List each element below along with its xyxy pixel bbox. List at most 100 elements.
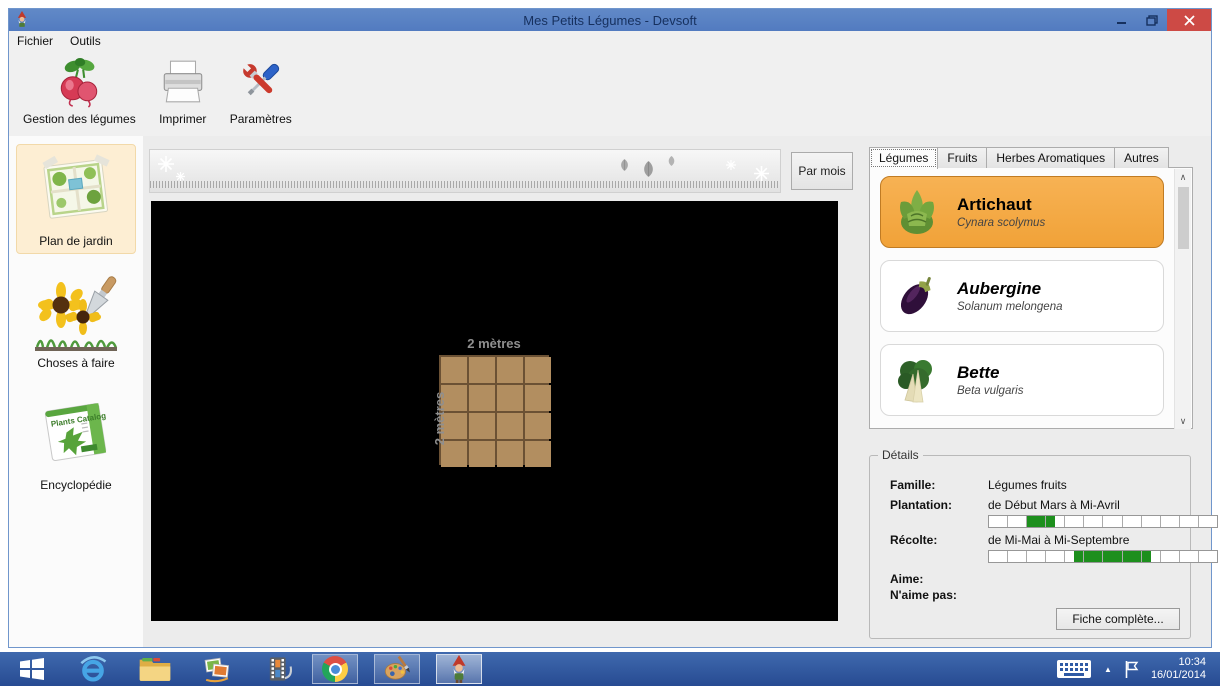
plant-tabs: Légumes Fruits Herbes Aromatiques Autres	[869, 147, 1193, 169]
garden-grid-cell[interactable]	[497, 385, 523, 411]
snowflake-icon	[158, 156, 174, 172]
garden-grid-cell[interactable]	[469, 413, 495, 439]
garden-grid-cell[interactable]	[525, 385, 551, 411]
month-cell	[1046, 516, 1066, 527]
app-window: Mes Petits Légumes - Devsoft Fichier Out…	[8, 8, 1218, 648]
restore-icon	[1146, 14, 1158, 26]
plant-listbox: Artichaut Cynara scolymus Aubergine Sola…	[869, 167, 1193, 429]
plant-name: Artichaut	[957, 195, 1032, 214]
photo-viewer-button[interactable]	[200, 655, 234, 683]
season-timeline-ruler[interactable]	[149, 149, 781, 193]
restore-button[interactable]	[1137, 9, 1167, 31]
chrome-icon	[322, 656, 348, 682]
month-cell	[1160, 516, 1180, 527]
toolbar-button-label: Gestion des légumes	[23, 112, 136, 126]
sidebar-item-encyclopedie[interactable]: Plants Catalog Encyclopédie	[16, 388, 136, 498]
month-cell	[1027, 551, 1047, 562]
garden-grid-cell[interactable]	[497, 413, 523, 439]
month-cell	[1065, 551, 1085, 562]
minimize-button[interactable]	[1107, 9, 1137, 31]
month-cell	[1160, 551, 1180, 562]
menu-outils[interactable]: Outils	[70, 32, 110, 50]
plant-latin-name: Beta vulgaris	[957, 385, 1024, 397]
plant-card-bette[interactable]: Bette Beta vulgaris	[880, 344, 1164, 416]
parametres-button[interactable]: Paramètres	[226, 54, 296, 136]
flag-icon[interactable]	[1124, 660, 1139, 679]
tab-herbes-aromatiques[interactable]: Herbes Aromatiques	[986, 147, 1116, 168]
scroll-up-icon[interactable]: ∧	[1175, 169, 1192, 185]
gnome-icon	[452, 655, 466, 683]
sidebar-item-label: Choses à faire	[37, 356, 115, 370]
par-mois-button[interactable]: Par mois	[791, 152, 853, 190]
file-explorer-icon	[139, 657, 171, 681]
close-icon	[1183, 14, 1195, 26]
eggplant-icon	[900, 277, 931, 315]
imprimer-button[interactable]: Imprimer	[154, 54, 212, 136]
file-explorer-button[interactable]	[138, 655, 172, 683]
garden-canvas[interactable]: 2 mètres 2 mètres	[151, 201, 838, 621]
content-area: Plan de jardin Choses à faire Plants Cat…	[9, 136, 1218, 647]
menubar: Fichier Outils	[9, 31, 1211, 50]
titlebar[interactable]: Mes Petits Légumes - Devsoft	[9, 9, 1211, 31]
garden-grid-cell[interactable]	[497, 357, 523, 383]
mes-petits-legumes-taskbar-button[interactable]	[436, 654, 482, 684]
month-cell	[1179, 551, 1199, 562]
window-title: Mes Petits Légumes - Devsoft	[523, 12, 697, 28]
month-cell	[1046, 551, 1066, 562]
month-cell	[1198, 551, 1217, 562]
close-button[interactable]	[1167, 9, 1211, 31]
month-cell	[1008, 551, 1028, 562]
snowflake-icon	[754, 166, 769, 181]
month-cell	[1179, 516, 1199, 527]
plant-latin-name: Solanum melongena	[957, 301, 1063, 313]
sidebar-item-label: Encyclopédie	[40, 478, 112, 492]
scroll-down-icon[interactable]: ∨	[1175, 413, 1192, 429]
month-cell	[1065, 516, 1085, 527]
sidebar-item-choses-a-faire[interactable]: Choses à faire	[16, 266, 136, 376]
month-cell	[1084, 516, 1104, 527]
garden-grid-cell[interactable]	[525, 413, 551, 439]
scrollbar-thumb[interactable]	[1177, 187, 1189, 249]
garden-grid-cell[interactable]	[525, 357, 551, 383]
up-arrow-icon[interactable]: ▲	[1104, 665, 1112, 674]
paint-button[interactable]	[374, 654, 420, 684]
plant-name: Aubergine	[957, 279, 1042, 298]
month-cell	[989, 516, 1009, 527]
clock[interactable]: 10:34 16/01/2014	[1151, 656, 1206, 682]
garden-grid-cell[interactable]	[469, 441, 495, 467]
artichoke-icon	[900, 190, 934, 234]
leaf-icon	[668, 156, 675, 166]
plant-list-scrollbar[interactable]: ∧ ∨	[1174, 169, 1191, 429]
month-cell	[1141, 516, 1161, 527]
tab-fruits[interactable]: Fruits	[937, 147, 988, 168]
start-button[interactable]	[16, 656, 48, 682]
toolbar-button-label: Paramètres	[229, 112, 292, 126]
sidebar-item-label: Plan de jardin	[39, 234, 113, 248]
plantation-label: Plantation:	[890, 498, 952, 512]
recolte-month-bar	[988, 550, 1218, 563]
movie-maker-button[interactable]	[262, 655, 296, 683]
garden-grid-cell[interactable]	[525, 441, 551, 467]
photo-viewer-icon	[204, 657, 230, 683]
plant-card-aubergine[interactable]: Aubergine Solanum melongena	[880, 260, 1164, 332]
plant-card-artichaut[interactable]: Artichaut Cynara scolymus	[880, 176, 1164, 248]
garden-grid-cell[interactable]	[441, 357, 467, 383]
menu-fichier[interactable]: Fichier	[17, 32, 62, 50]
plot-height-label: 2 mètres	[432, 391, 448, 446]
garden-grid[interactable]	[439, 355, 551, 467]
fiche-complete-button[interactable]: Fiche complète...	[1056, 608, 1180, 630]
chrome-button[interactable]	[312, 654, 358, 684]
clock-time: 10:34	[1178, 656, 1206, 668]
garden-plot[interactable]: 2 mètres 2 mètres	[432, 336, 551, 467]
garden-grid-cell[interactable]	[469, 385, 495, 411]
garden-grid-cell[interactable]	[469, 357, 495, 383]
tab-legumes[interactable]: Légumes	[869, 147, 939, 169]
garden-grid-cell[interactable]	[497, 441, 523, 467]
keyboard-icon[interactable]	[1056, 659, 1092, 679]
sidebar-item-plan-de-jardin[interactable]: Plan de jardin	[16, 144, 136, 254]
sidebar: Plan de jardin Choses à faire Plants Cat…	[9, 136, 143, 647]
paint-icon	[384, 655, 410, 680]
gestion-des-legumes-button[interactable]: Gestion des légumes	[19, 54, 140, 136]
tab-autres[interactable]: Autres	[1114, 147, 1169, 168]
internet-explorer-button[interactable]	[76, 655, 110, 683]
